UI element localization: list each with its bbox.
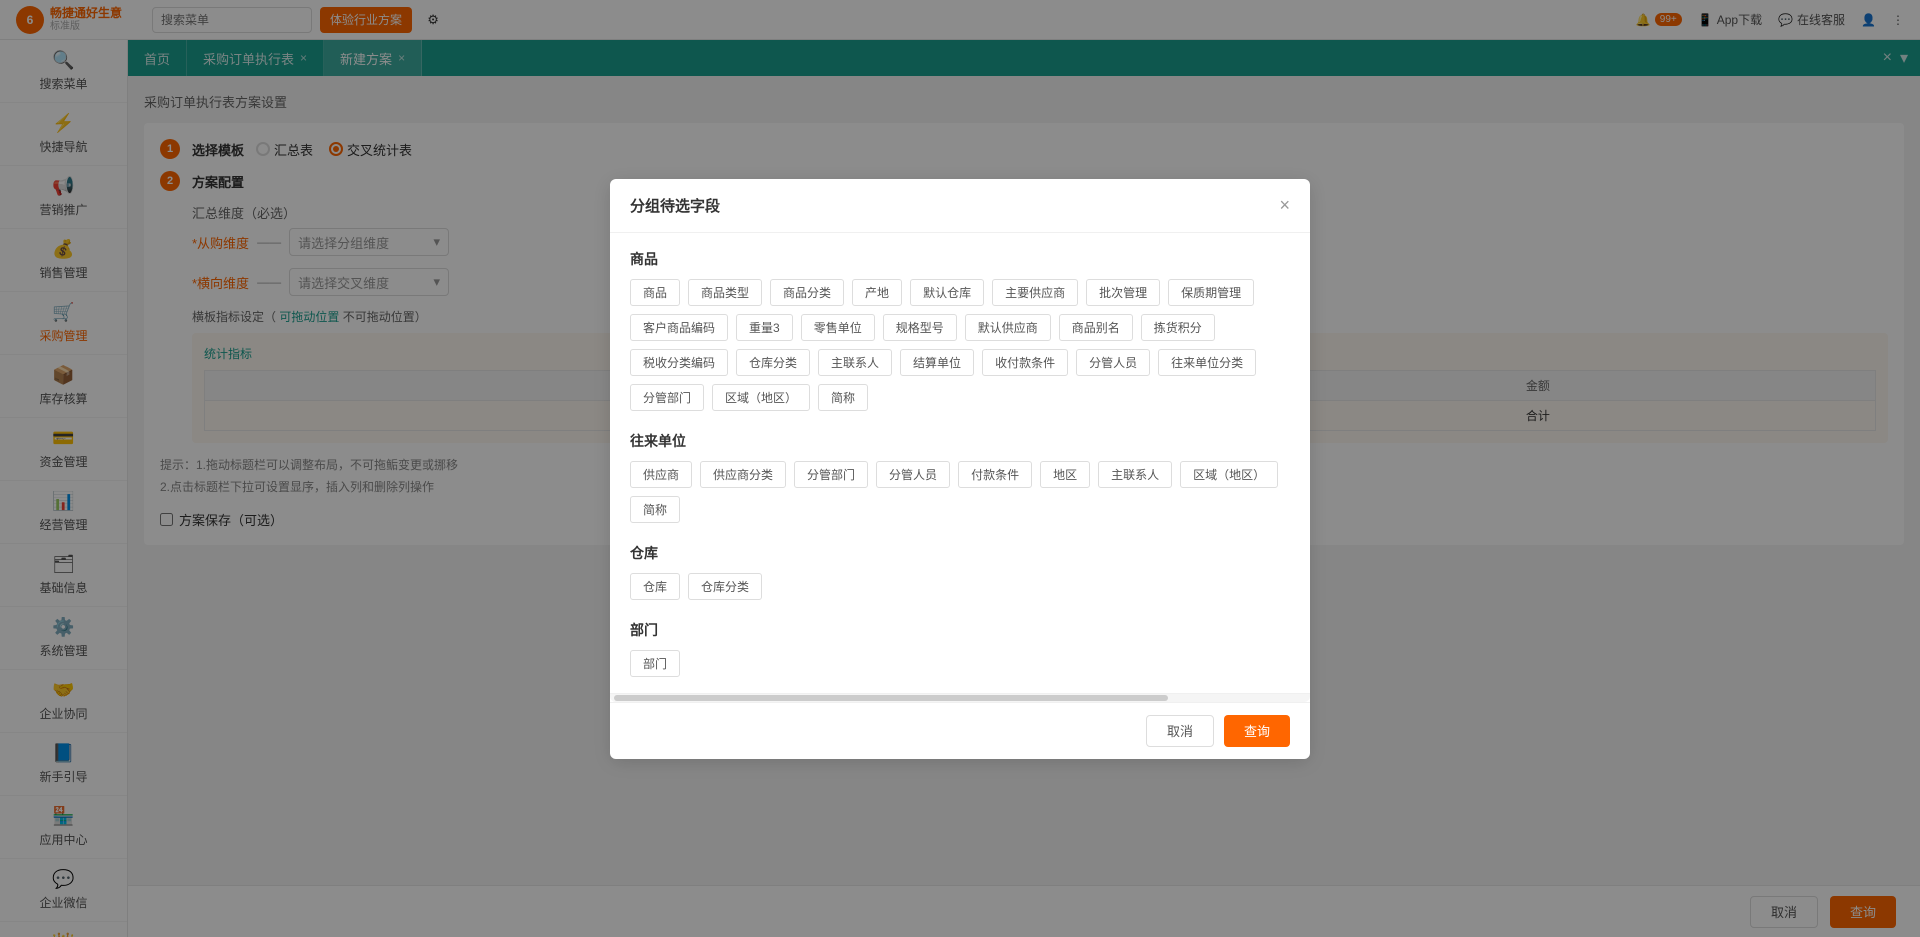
modal-close-button[interactable]: × [1279, 195, 1290, 216]
field-tag-product-8[interactable]: 客户商品编码 [630, 314, 728, 341]
field-tag-partner-2[interactable]: 分管部门 [794, 461, 868, 488]
field-tags-warehouse: 仓库 仓库分类 [630, 573, 1290, 600]
field-tag-partner-7[interactable]: 区域（地区） [1180, 461, 1278, 488]
modal-cancel-button[interactable]: 取消 [1146, 715, 1214, 747]
field-group-partner-title: 往来单位 [630, 431, 1290, 451]
field-tag-partner-5[interactable]: 地区 [1040, 461, 1090, 488]
field-tag-product-2[interactable]: 商品分类 [770, 279, 844, 306]
field-tag-product-10[interactable]: 零售单位 [801, 314, 875, 341]
field-group-department: 部门 部门 [630, 620, 1290, 677]
modal-header: 分组待选字段 × [610, 179, 1310, 233]
field-tag-partner-8[interactable]: 简称 [630, 496, 680, 523]
field-group-product-title: 商品 [630, 249, 1290, 269]
field-tag-product-4[interactable]: 默认仓库 [910, 279, 984, 306]
field-tag-product-14[interactable]: 拣货积分 [1141, 314, 1215, 341]
field-group-department-title: 部门 [630, 620, 1290, 640]
modal-confirm-button[interactable]: 查询 [1224, 715, 1290, 747]
field-tag-partner-0[interactable]: 供应商 [630, 461, 692, 488]
field-tag-product-0[interactable]: 商品 [630, 279, 680, 306]
field-tag-product-17[interactable]: 主联系人 [818, 349, 892, 376]
field-group-warehouse: 仓库 仓库 仓库分类 [630, 543, 1290, 600]
modal-horizontal-scrollbar[interactable] [610, 693, 1310, 701]
modal-footer: 取消 查询 [610, 702, 1310, 759]
modal-title: 分组待选字段 [630, 195, 720, 216]
field-tag-product-21[interactable]: 往来单位分类 [1158, 349, 1256, 376]
field-tag-product-24[interactable]: 简称 [818, 384, 868, 411]
field-tags-partner: 供应商 供应商分类 分管部门 分管人员 付款条件 地区 主联系人 区域（地区） … [630, 461, 1290, 523]
field-group-warehouse-title: 仓库 [630, 543, 1290, 563]
field-tag-product-19[interactable]: 收付款条件 [982, 349, 1068, 376]
field-tag-product-5[interactable]: 主要供应商 [992, 279, 1078, 306]
field-tags-department: 部门 [630, 650, 1290, 677]
modal-body: 商品 商品 商品类型 商品分类 产地 默认仓库 主要供应商 批次管理 保质期管理… [610, 233, 1310, 694]
field-tag-department-0[interactable]: 部门 [630, 650, 680, 677]
field-tag-product-23[interactable]: 区域（地区） [712, 384, 810, 411]
field-tag-partner-1[interactable]: 供应商分类 [700, 461, 786, 488]
field-tags-product: 商品 商品类型 商品分类 产地 默认仓库 主要供应商 批次管理 保质期管理 客户… [630, 279, 1290, 411]
field-tag-partner-6[interactable]: 主联系人 [1098, 461, 1172, 488]
field-tag-product-15[interactable]: 税收分类编码 [630, 349, 728, 376]
field-tag-product-6[interactable]: 批次管理 [1086, 279, 1160, 306]
field-tag-product-18[interactable]: 结算单位 [900, 349, 974, 376]
field-tag-product-22[interactable]: 分管部门 [630, 384, 704, 411]
field-tag-product-7[interactable]: 保质期管理 [1168, 279, 1254, 306]
modal-overlay: 分组待选字段 × 商品 商品 商品类型 商品分类 产地 默认仓库 主要供应商 批… [0, 0, 1920, 937]
hscroll-thumb[interactable] [614, 695, 1168, 701]
field-tag-product-13[interactable]: 商品别名 [1059, 314, 1133, 341]
field-tag-product-3[interactable]: 产地 [852, 279, 902, 306]
field-tag-warehouse-1[interactable]: 仓库分类 [688, 573, 762, 600]
field-tag-product-12[interactable]: 默认供应商 [965, 314, 1051, 341]
field-tag-partner-3[interactable]: 分管人员 [876, 461, 950, 488]
field-tag-warehouse-0[interactable]: 仓库 [630, 573, 680, 600]
field-tag-product-9[interactable]: 重量3 [736, 314, 793, 341]
field-tag-product-11[interactable]: 规格型号 [883, 314, 957, 341]
field-group-partner: 往来单位 供应商 供应商分类 分管部门 分管人员 付款条件 地区 主联系人 区域… [630, 431, 1290, 523]
field-tag-partner-4[interactable]: 付款条件 [958, 461, 1032, 488]
field-tag-product-16[interactable]: 仓库分类 [736, 349, 810, 376]
field-group-product: 商品 商品 商品类型 商品分类 产地 默认仓库 主要供应商 批次管理 保质期管理… [630, 249, 1290, 411]
field-tag-product-1[interactable]: 商品类型 [688, 279, 762, 306]
modal-dialog: 分组待选字段 × 商品 商品 商品类型 商品分类 产地 默认仓库 主要供应商 批… [610, 179, 1310, 759]
field-tag-product-20[interactable]: 分管人员 [1076, 349, 1150, 376]
